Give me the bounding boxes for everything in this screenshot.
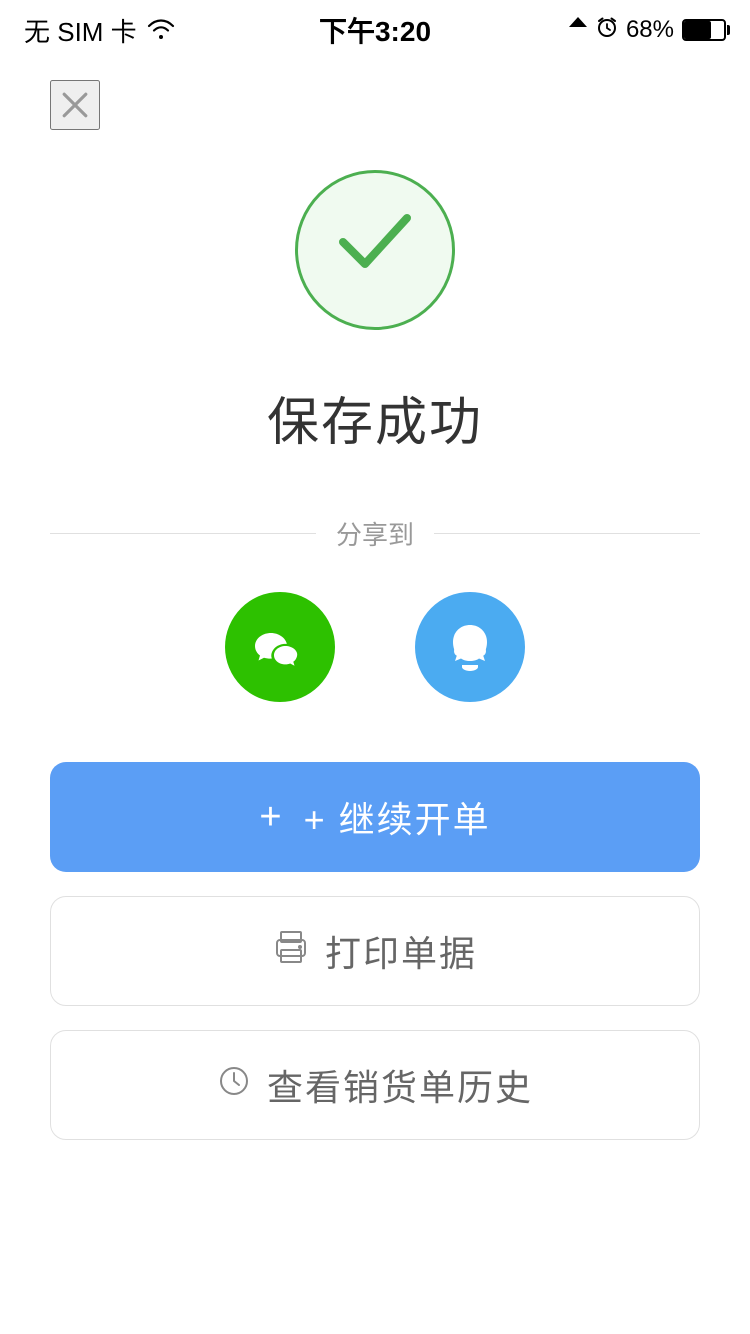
wifi-icon xyxy=(147,15,175,46)
print-label: 打印单据 xyxy=(325,925,477,977)
history-button[interactable]: 查看销货单历史 xyxy=(50,1030,700,1140)
location-icon xyxy=(568,16,588,45)
alarm-icon xyxy=(596,16,618,45)
main-content: 保存成功 分享到 xyxy=(0,60,750,1140)
print-icon xyxy=(273,930,309,973)
checkmark-icon xyxy=(335,206,415,289)
action-buttons: + + 继续开单 打印单据 查看销货单历 xyxy=(50,762,700,1140)
battery-percent: 68% xyxy=(626,16,674,44)
battery-icon xyxy=(682,19,726,41)
share-divider: 分享到 xyxy=(50,515,700,552)
status-time: 下午3:20 xyxy=(319,10,431,50)
history-icon xyxy=(217,1064,251,1107)
history-label: 查看销货单历史 xyxy=(267,1059,533,1111)
carrier-text: 无 SIM 卡 xyxy=(24,12,137,49)
print-button[interactable]: 打印单据 xyxy=(50,896,700,1006)
divider-right xyxy=(434,533,700,534)
success-icon-circle xyxy=(295,170,455,330)
status-right: 68% xyxy=(568,16,726,45)
continue-button[interactable]: + + 继续开单 xyxy=(50,762,700,872)
share-section: 分享到 xyxy=(50,515,700,702)
success-title: 保存成功 xyxy=(267,380,483,455)
continue-icon: + xyxy=(259,796,283,839)
status-left: 无 SIM 卡 xyxy=(24,12,175,49)
qq-share-button[interactable] xyxy=(415,592,525,702)
share-icons-row xyxy=(50,592,700,702)
share-label: 分享到 xyxy=(316,515,434,552)
divider-left xyxy=(50,533,316,534)
continue-label: + 继续开单 xyxy=(300,791,491,843)
wechat-share-button[interactable] xyxy=(225,592,335,702)
close-button[interactable] xyxy=(50,80,100,130)
status-bar: 无 SIM 卡 下午3:20 68% xyxy=(0,0,750,60)
